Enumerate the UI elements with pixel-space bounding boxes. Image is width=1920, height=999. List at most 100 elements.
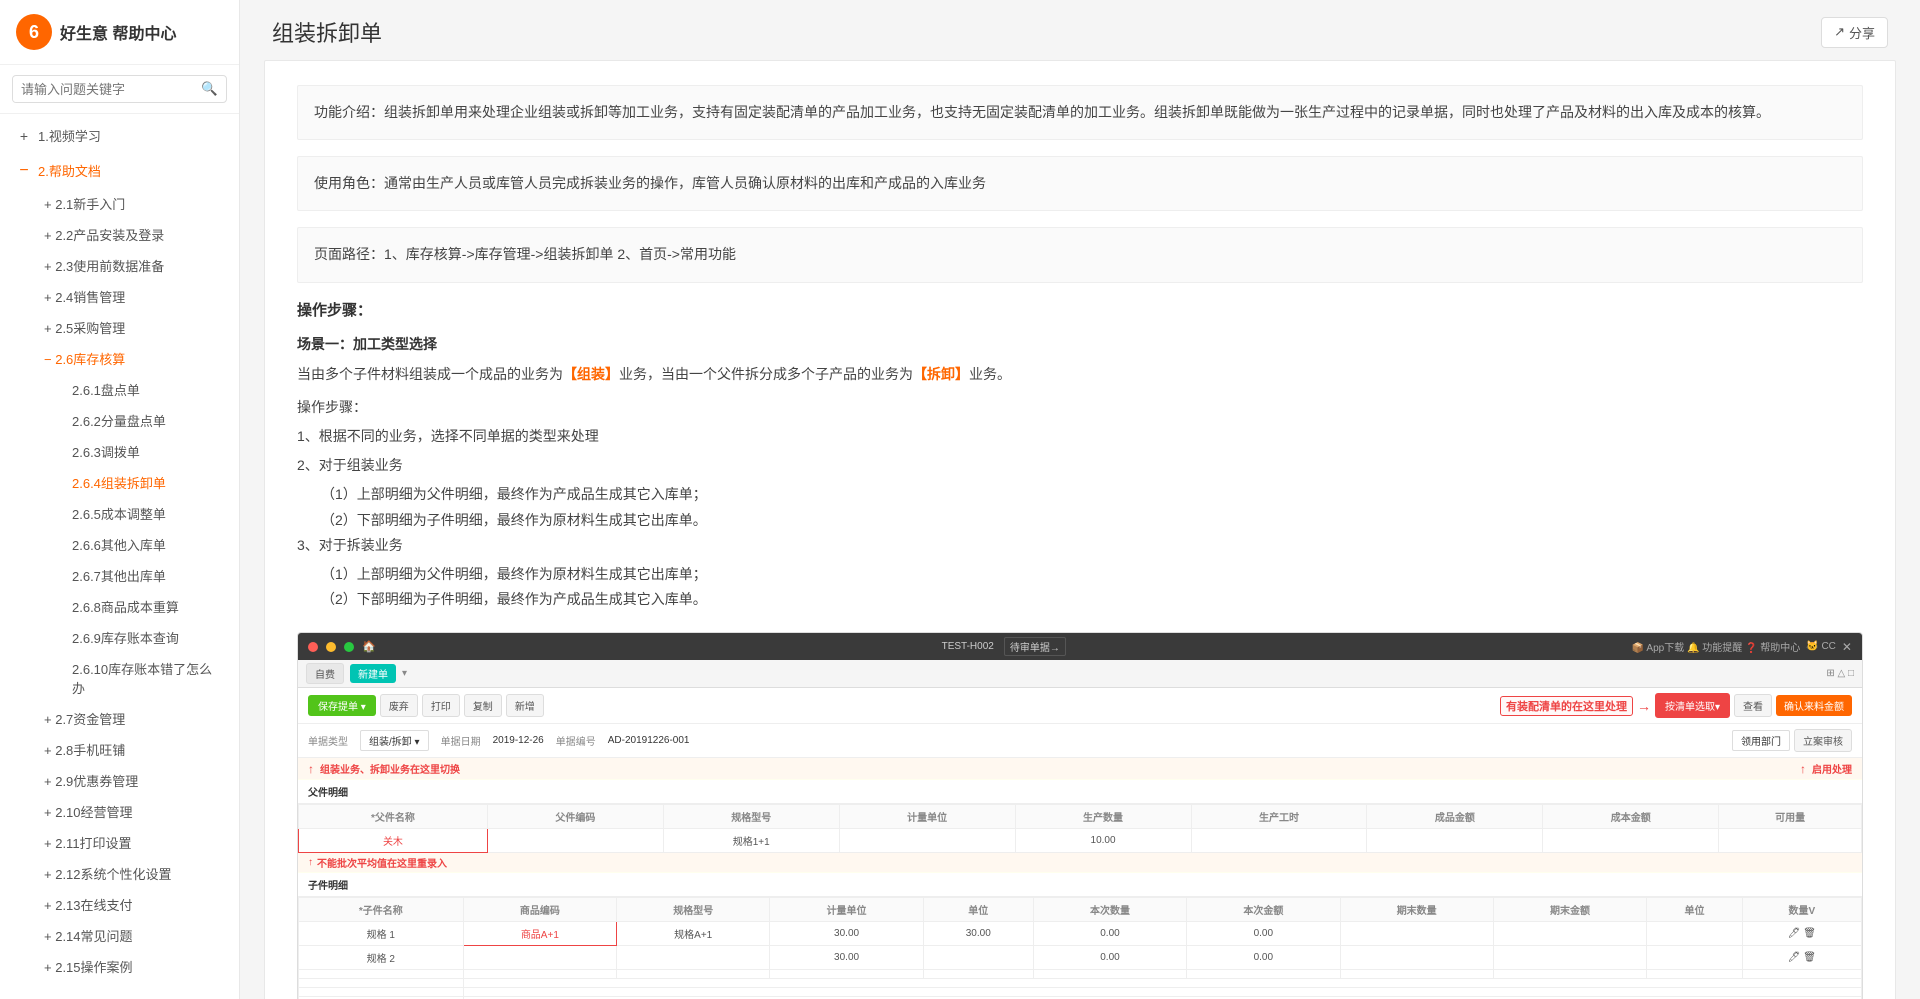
operations-section: 操作步骤： 场景一：加工类型选择 当由多个子件材料组装成一个成品的业务为【组装】… [297,299,1863,999]
ss-tab-new: 新建单 [350,664,396,683]
ss-minimize-btn [326,642,336,652]
step2-2: （2）下部明细为子件明细，最终作为原材料生成其它出库单。 [297,508,1863,533]
sidebar-item-23[interactable]: + 2.3使用前数据准备 [28,250,239,281]
expand-icon: + [44,197,55,212]
ss-lower-cell-1-code [463,946,616,970]
ss-lower-cell-0-amt: 0.00 [1187,922,1340,946]
ss-confirm-btn[interactable]: 确认来料金额 [1776,695,1852,716]
content-area: 功能介绍：组装拆卸单用来处理企业组装或拆卸等加工业务，支持有固定装配清单的产品加… [264,60,1896,999]
sidebar-item-267[interactable]: 2.6.7其他出库单 [56,560,239,591]
ss-lower-th-0: *子件名称 [299,898,464,922]
ss-discard-btn[interactable]: 废弃 [380,694,418,717]
ss-lower-th-10: 数量V [1742,898,1861,922]
table-row [299,970,1862,979]
disassembly-link[interactable]: 【拆卸】 [913,366,969,382]
expand-icon: + [44,836,55,851]
op-title: 操作步骤： [297,299,1863,320]
sidebar-item-211[interactable]: + 2.11打印设置 [28,827,239,858]
sidebar-item-24[interactable]: + 2.4销售管理 [28,281,239,312]
sidebar-item-25[interactable]: + 2.5采购管理 [28,312,239,343]
sidebar-item-214[interactable]: + 2.14常见问题 [28,920,239,951]
ss-lower-th-3: 计量单位 [770,898,923,922]
sidebar-item-212[interactable]: + 2.12系统个性化设置 [28,858,239,889]
expand-icon: + [44,960,55,975]
search-box: 🔍 [12,75,227,103]
expand-icon: + [44,290,55,305]
sidebar-item-video[interactable]: 1.视频学习 [0,118,239,153]
ss-type-label: 单据类型 [308,733,348,748]
step3-2: （2）下部明细为子件明细，最终作为产成品生成其它入库单。 [297,587,1863,612]
ss-lower-cell-1-spec [617,946,770,970]
ss-upper-th-6: 成品金额 [1367,805,1543,829]
sidebar-item-261[interactable]: 2.6.1盘点单 [56,374,239,405]
search-icon: 🔍 [201,81,218,96]
expand-icon: + [44,898,55,913]
ss-lower-cell-2-unit [770,970,923,979]
ss-date-label: 单据日期 [441,733,481,748]
ss-upper-th-7: 成本金额 [1543,805,1719,829]
table-row: 规格 2 30.00 0.00 0.00 🖊 🗑 [299,946,1862,970]
ss-user: 🐱 CC [1806,641,1836,652]
sidebar-item-22[interactable]: + 2.2产品安装及登录 [28,219,239,250]
annotation3-arrow: ↑ [1800,762,1806,776]
ss-lower-th-4: 单位 [923,898,1033,922]
ss-lower-cell-1-eqty [1340,946,1493,970]
sidebar-item-28[interactable]: + 2.8手机旺铺 [28,734,239,765]
ss-tab-home: 自费 [306,663,344,684]
ss-upper-cell-amount [1367,829,1543,853]
ss-upper-table: *父件名称 父件编码 规格型号 计量单位 生产数量 生产工时 成品金额 成本金额… [298,804,1862,853]
step3-1: （1）上部明细为父件明细，最终作为原材料生成其它出库单； [297,562,1863,587]
ss-lower-cell-1-unit: 30.00 [770,946,923,970]
scene-desc: 当由多个子件材料组装成一个成品的业务为【组装】业务，当由一个父件拆分成多个子产品… [297,362,1863,387]
ss-print-btn[interactable]: 打印 [422,694,460,717]
sidebar-item-269[interactable]: 2.6.9库存账本查询 [56,622,239,653]
sidebar-item-263[interactable]: 2.6.3调拨单 [56,436,239,467]
ss-app-tools: 📦 App下载 🔔 功能提醒 ❓ 帮助中心 [1632,639,1801,654]
ss-lower-cell-2-eqty [1340,970,1493,979]
sidebar-item-215[interactable]: + 2.15操作案例 [28,951,239,982]
expand-icon: + [44,774,55,789]
step3: 3、对于拆装业务 [297,533,1863,558]
sidebar-item-docs[interactable]: 2.帮助文档 [0,153,239,188]
ss-copy-btn[interactable]: 复制 [464,694,502,717]
sidebar-item-262[interactable]: 2.6.2分量盘点单 [56,405,239,436]
ss-type-select[interactable]: 组装/拆卸 ▾ [360,730,429,751]
ss-upper-th-5: 生产工时 [1191,805,1367,829]
ss-save-btn[interactable]: 保存提单 ▾ [308,695,376,716]
ss-add-btn[interactable]: 新增 [506,694,544,717]
search-button[interactable]: 🔍 [193,76,226,102]
share-button[interactable]: ↗ 分享 [1821,17,1888,48]
sidebar-item-213[interactable]: + 2.13在线支付 [28,889,239,920]
sidebar-item-266[interactable]: 2.6.6其他入库单 [56,529,239,560]
collapse-icon [16,163,32,179]
ss-lower-annotation: ↑ 不能批次平均值在这里重录入 [298,853,1862,873]
ss-annotation-row: ↑ 组装业务、拆卸业务在这里切换 ↑ 启用处理 [298,758,1862,780]
sidebar-item-265[interactable]: 2.6.5成本调整单 [56,498,239,529]
ss-lower-cell-2-amt [1187,970,1340,979]
ss-nav-icons: ⊞ △ □ [1826,668,1854,679]
sidebar-item-210[interactable]: + 2.10经营管理 [28,796,239,827]
ss-titlebar: 🏠 TEST-H002 待审单据→ 📦 App下载 🔔 功能提醒 ❓ 帮助中心 … [298,633,1862,660]
annotation3-text: 启用处理 [1812,761,1852,776]
sidebar-item-21[interactable]: + 2.1新手入门 [28,188,239,219]
sidebar-item-27[interactable]: + 2.7资金管理 [28,703,239,734]
ss-confirm2-btn[interactable]: 立案审核 [1794,729,1852,752]
assembly-link[interactable]: 【组装】 [563,366,619,382]
ss-lower-th-1: 商品编码 [463,898,616,922]
sidebar-item-29[interactable]: + 2.9优惠券管理 [28,765,239,796]
screenshot-container: 🏠 TEST-H002 待审单据→ 📦 App下载 🔔 功能提醒 ❓ 帮助中心 … [297,632,1863,999]
annotation1-arrow: → [1637,698,1651,714]
sidebar-item-264[interactable]: 2.6.4组装拆卸单 [56,467,239,498]
search-input[interactable] [13,77,193,102]
ss-upper-cell-cost [1543,829,1719,853]
ss-lower-th-8: 期末金额 [1493,898,1646,922]
sidebar-item-268[interactable]: 2.6.8商品成本重算 [56,591,239,622]
ss-template-btn[interactable]: 按清单选取▾ [1655,693,1730,718]
sidebar-item-2610[interactable]: 2.6.10库存账本错了怎么办 [56,653,239,703]
ss-dept-select[interactable]: 领用部门 [1732,730,1790,751]
ss-lower-cell-0-u2: 30.00 [923,922,1033,946]
ss-lower-cell-0-qty: 0.00 [1033,922,1186,946]
sidebar-item-26[interactable]: − 2.6库存核算 [28,343,239,374]
ss-view-btn[interactable]: 查看 [1734,694,1772,717]
logo-text: 好生意 帮助中心 [60,20,176,44]
